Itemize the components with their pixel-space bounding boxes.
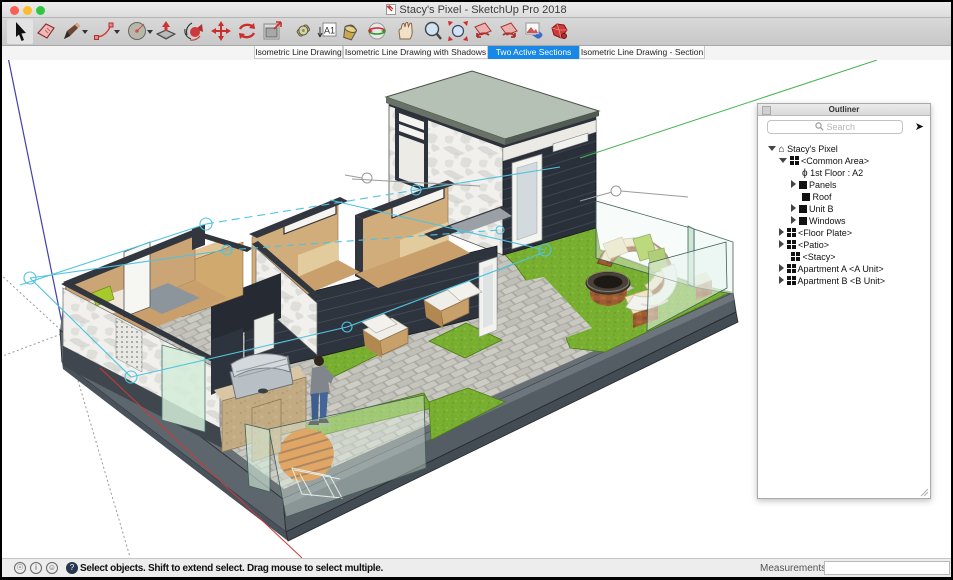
svg-text:A1: A1 xyxy=(324,26,335,36)
